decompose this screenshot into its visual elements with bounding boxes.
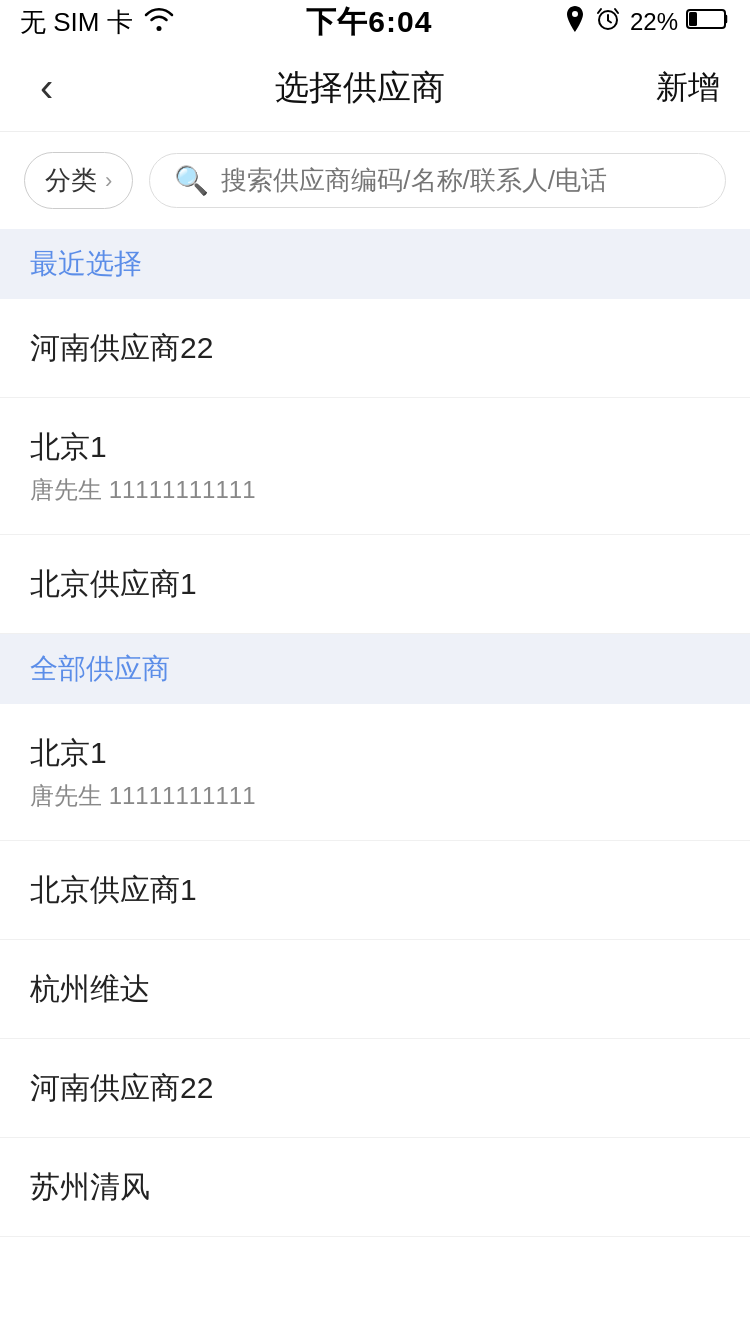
svg-rect-2: [689, 12, 697, 26]
nav-bar: ‹ 选择供应商 新增: [0, 44, 750, 132]
status-bar: 无 SIM 卡 下午6:04 22%: [0, 0, 750, 44]
item-sub: 唐先生 11111111111: [30, 780, 720, 812]
list-item[interactable]: 北京1 唐先生 11111111111: [0, 704, 750, 841]
recent-section-title: 最近选择: [30, 248, 142, 279]
wifi-icon: [143, 6, 175, 39]
all-section-title: 全部供应商: [30, 653, 170, 684]
item-name: 杭州维达: [30, 968, 720, 1010]
item-name: 北京1: [30, 732, 720, 774]
category-button[interactable]: 分类 ›: [24, 152, 133, 209]
search-box: 🔍: [149, 153, 726, 208]
search-input[interactable]: [221, 165, 701, 196]
recent-section-header: 最近选择: [0, 229, 750, 299]
location-icon: [564, 4, 586, 40]
item-name: 北京供应商1: [30, 563, 720, 605]
item-name: 河南供应商22: [30, 1067, 720, 1109]
list-item[interactable]: 苏州清风: [0, 1138, 750, 1237]
back-button[interactable]: ‹: [30, 55, 63, 120]
item-name: 苏州清风: [30, 1166, 720, 1208]
list-item[interactable]: 北京供应商1: [0, 535, 750, 634]
list-item[interactable]: 河南供应商22: [0, 1039, 750, 1138]
item-sub: 唐先生 11111111111: [30, 474, 720, 506]
item-name: 河南供应商22: [30, 327, 720, 369]
alarm-icon: [594, 5, 622, 39]
category-label: 分类: [45, 163, 97, 198]
list-item[interactable]: 杭州维达: [0, 940, 750, 1039]
status-right: 22%: [564, 4, 730, 40]
carrier-label: 无 SIM 卡: [20, 5, 133, 40]
item-name: 北京1: [30, 426, 720, 468]
search-icon: 🔍: [174, 164, 209, 197]
item-name: 北京供应商1: [30, 869, 720, 911]
chevron-right-icon: ›: [105, 168, 112, 194]
page-title: 选择供应商: [275, 65, 445, 111]
list-item[interactable]: 河南供应商22: [0, 299, 750, 398]
add-button[interactable]: 新增: [656, 66, 720, 110]
list-item[interactable]: 北京供应商1: [0, 841, 750, 940]
filter-bar: 分类 › 🔍: [0, 132, 750, 229]
status-time: 下午6:04: [306, 2, 432, 43]
recent-items-list: 河南供应商22 北京1 唐先生 11111111111 北京供应商1: [0, 299, 750, 634]
battery-label: 22%: [630, 8, 678, 36]
all-section-header: 全部供应商: [0, 634, 750, 704]
status-left: 无 SIM 卡: [20, 5, 175, 40]
list-item[interactable]: 北京1 唐先生 11111111111: [0, 398, 750, 535]
battery-icon: [686, 8, 730, 36]
all-items-list: 北京1 唐先生 11111111111 北京供应商1 杭州维达河南供应商22 苏州清风: [0, 704, 750, 1237]
